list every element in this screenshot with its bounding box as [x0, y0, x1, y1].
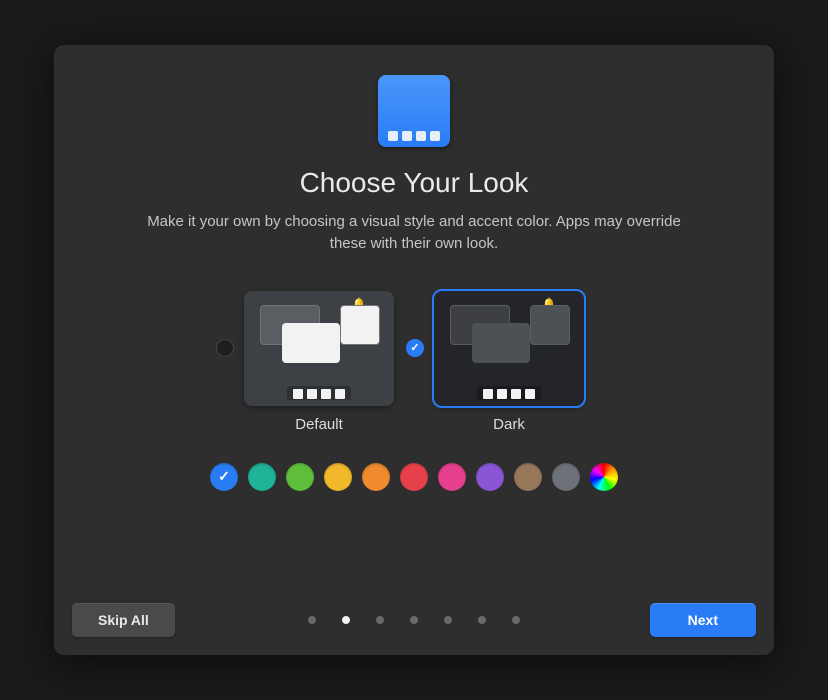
accent-color-row — [210, 463, 618, 491]
theme-label-default: Default — [295, 416, 343, 433]
theme-option-default[interactable]: 🔔 Default — [244, 291, 394, 433]
page-dot-6[interactable] — [478, 616, 486, 624]
next-button[interactable]: Next — [650, 603, 756, 637]
accent-brown[interactable] — [514, 463, 542, 491]
onboarding-dialog: Choose Your Look Make it your own by cho… — [54, 45, 774, 655]
footer: Skip All Next — [72, 603, 756, 637]
theme-option-dark[interactable]: 🔔 Dark — [434, 291, 584, 433]
theme-preview-dark: 🔔 — [434, 291, 584, 406]
page-dot-3[interactable] — [376, 616, 384, 624]
accent-orange[interactable] — [362, 463, 390, 491]
page-dot-4[interactable] — [410, 616, 418, 624]
accent-blue[interactable] — [210, 463, 238, 491]
appearance-icon — [378, 75, 450, 147]
accent-gray[interactable] — [552, 463, 580, 491]
accent-teal[interactable] — [248, 463, 276, 491]
radio-default[interactable] — [216, 339, 234, 357]
accent-multicolor[interactable] — [590, 463, 618, 491]
page-dot-1[interactable] — [308, 616, 316, 624]
theme-preview-default: 🔔 — [244, 291, 394, 406]
page-indicator — [308, 616, 520, 624]
page-title: Choose Your Look — [300, 167, 529, 199]
accent-purple[interactable] — [476, 463, 504, 491]
skip-all-button[interactable]: Skip All — [72, 603, 175, 637]
theme-chooser: 🔔 Default 🔔 Dark — [244, 291, 584, 433]
accent-yellow[interactable] — [324, 463, 352, 491]
accent-pink[interactable] — [438, 463, 466, 491]
page-dot-5[interactable] — [444, 616, 452, 624]
radio-dark[interactable] — [406, 339, 424, 357]
page-dot-2[interactable] — [342, 616, 350, 624]
accent-red[interactable] — [400, 463, 428, 491]
theme-label-dark: Dark — [493, 416, 525, 433]
accent-green[interactable] — [286, 463, 314, 491]
page-subtitle: Make it your own by choosing a visual st… — [144, 211, 684, 255]
page-dot-7[interactable] — [512, 616, 520, 624]
